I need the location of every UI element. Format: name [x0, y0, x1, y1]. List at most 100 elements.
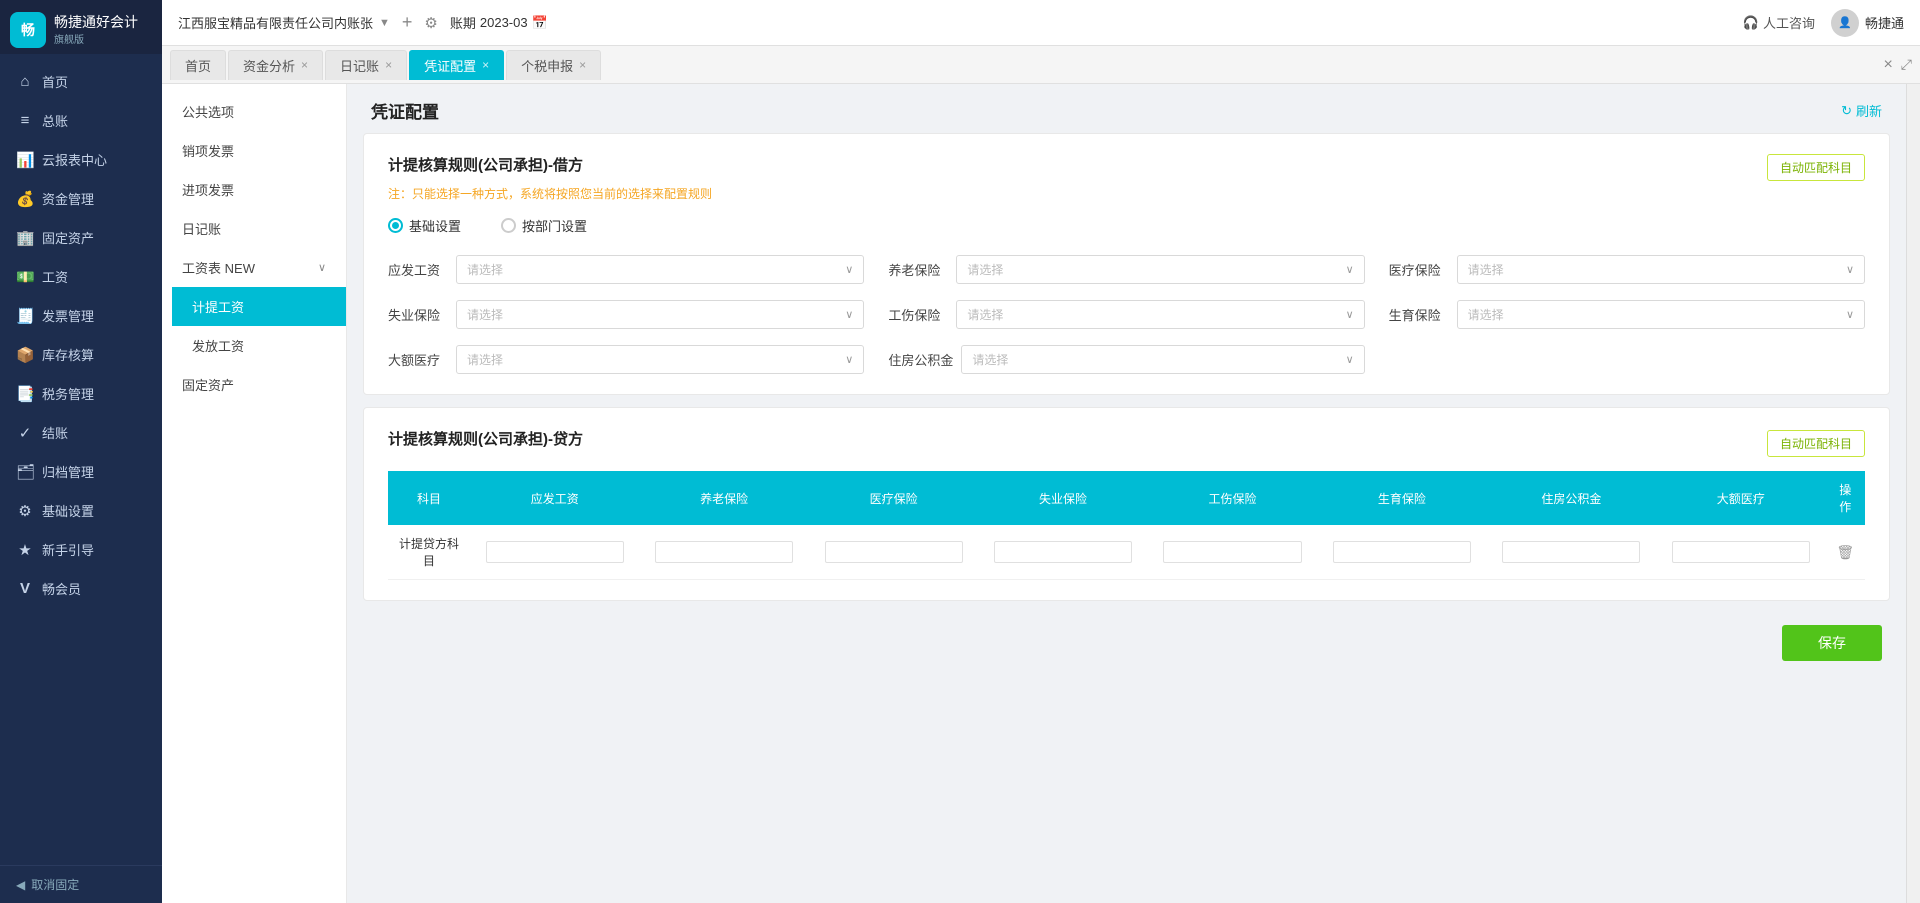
sub-nav-fixed-assets[interactable]: 固定资产 — [162, 365, 346, 404]
tab-tax[interactable]: 个税申报 × — [506, 50, 601, 80]
cell-daeyiliao — [1656, 525, 1825, 580]
yiliao-select[interactable]: 请选择 ∨ — [1457, 255, 1865, 284]
delete-row-button[interactable]: 🗑 — [1836, 544, 1854, 560]
save-button[interactable]: 保存 — [1782, 625, 1882, 661]
home-icon: ⌂ — [16, 73, 34, 90]
radio-basic-circle — [388, 218, 403, 233]
tab-capital[interactable]: 资金分析 × — [228, 50, 323, 80]
company-dropdown-arrow: ▼ — [379, 17, 390, 29]
credit-table: 科目 应发工资 养老保险 医疗保险 失业保险 工伤保险 生育保险 住房公积金 大… — [388, 471, 1865, 580]
gongjijin-select[interactable]: 请选择 ∨ — [961, 345, 1364, 374]
sidebar-item-checkout[interactable]: ✓ 结账 — [0, 413, 162, 452]
sidebar-item-invoice[interactable]: 🧾 发票管理 — [0, 296, 162, 335]
cancel-pin-button[interactable]: ◀ 取消固定 — [0, 865, 162, 903]
table-row: 计提贷方科目 🗑 — [388, 525, 1865, 580]
input-gongjijin[interactable] — [1502, 541, 1640, 563]
salary-icon: 💵 — [16, 268, 34, 286]
company-selector[interactable]: 江西服宝精品有限责任公司内账张 ▼ — [178, 13, 390, 32]
tab-home[interactable]: 首页 — [170, 50, 226, 80]
yingfa-select[interactable]: 请选择 ∨ — [456, 255, 864, 284]
service-button[interactable]: 🎧 人工咨询 — [1743, 13, 1815, 32]
sidebar-item-salary[interactable]: 💵 工资 — [0, 257, 162, 296]
col-yiliao: 医疗保险 — [809, 471, 978, 525]
radio-basic-label: 基础设置 — [409, 216, 461, 235]
sidebar-item-tax[interactable]: 📑 税务管理 — [0, 374, 162, 413]
close-diary-tab[interactable]: × — [385, 58, 392, 72]
scrollbar[interactable] — [1906, 84, 1920, 903]
sidebar-item-archive[interactable]: 🗂 归档管理 — [0, 452, 162, 491]
tab-home-label: 首页 — [185, 56, 211, 75]
form-item-daeyiliao: 大额医疗 请选择 ∨ — [388, 345, 864, 374]
input-yiliao[interactable] — [825, 541, 963, 563]
period-selector[interactable]: 账期 2023-03 📅 — [450, 13, 548, 32]
cancel-pin-label: 取消固定 — [31, 876, 79, 893]
page-title: 凭证配置 — [371, 98, 439, 123]
shiye-select[interactable]: 请选择 ∨ — [456, 300, 864, 329]
refresh-label: 刷新 — [1856, 101, 1882, 120]
app-name: 畅捷通好会计 — [54, 14, 138, 31]
sub-nav-diary[interactable]: 日记账 — [162, 209, 346, 248]
row-label: 计提贷方科目 — [388, 525, 470, 580]
col-gongjijin: 住房公积金 — [1487, 471, 1656, 525]
expand-window-button[interactable]: ⤢ — [1901, 56, 1912, 73]
reports-icon: 📊 — [16, 151, 34, 169]
yanglao-select[interactable]: 请选择 ∨ — [956, 255, 1364, 284]
input-yingfa[interactable] — [486, 541, 624, 563]
gongshang-select[interactable]: 请选择 ∨ — [956, 300, 1364, 329]
radio-group: 基础设置 按部门设置 — [388, 216, 1865, 235]
sidebar-item-vip[interactable]: V 畅会员 — [0, 569, 162, 608]
debit-rules-section: 计提核算规则(公司承担)-借方 注：只能选择一种方式，系统将按照您当前的选择来配… — [363, 133, 1890, 395]
sidebar-item-fixed[interactable]: 🏢 固定资产 — [0, 218, 162, 257]
sidebar-item-home[interactable]: ⌂ 首页 — [0, 62, 162, 101]
shengyu-placeholder: 请选择 — [1468, 306, 1504, 323]
form-item-yanglao: 养老保险 请选择 ∨ — [888, 255, 1364, 284]
add-tab-button[interactable]: + — [402, 12, 413, 33]
auto-match-debit-button[interactable]: 自动匹配科目 — [1767, 154, 1865, 181]
sidebar-item-guide[interactable]: ★ 新手引导 — [0, 530, 162, 569]
sub-nav-purchase[interactable]: 进项发票 — [162, 170, 346, 209]
sidebar-item-capital[interactable]: 💰 资金管理 — [0, 179, 162, 218]
input-shengyu[interactable] — [1333, 541, 1471, 563]
col-gongshang: 工伤保险 — [1148, 471, 1317, 525]
close-tax-tab[interactable]: × — [579, 58, 586, 72]
gongshang-placeholder: 请选择 — [967, 306, 1003, 323]
shengyu-select[interactable]: 请选择 ∨ — [1457, 300, 1865, 329]
yanglao-placeholder: 请选择 — [967, 261, 1003, 278]
sub-nav-sales[interactable]: 销项发票 — [162, 131, 346, 170]
auto-match-credit-button[interactable]: 自动匹配科目 — [1767, 430, 1865, 457]
sidebar-item-label: 发票管理 — [42, 306, 94, 325]
sub-nav-public[interactable]: 公共选项 — [162, 92, 346, 131]
yingfa-label: 应发工资 — [388, 260, 448, 279]
close-capital-tab[interactable]: × — [301, 58, 308, 72]
sidebar-item-inventory[interactable]: 📦 库存核算 — [0, 335, 162, 374]
sub-nav-accrual[interactable]: 计提工资 — [172, 287, 346, 326]
form-item-yiliao: 医疗保险 请选择 ∨ — [1389, 255, 1865, 284]
sidebar-item-reports[interactable]: 📊 云报表中心 — [0, 140, 162, 179]
close-window-button[interactable]: × — [1883, 56, 1892, 74]
topbar-right: 🎧 人工咨询 👤 畅捷通 — [1743, 9, 1904, 37]
input-gongshang[interactable] — [1163, 541, 1301, 563]
tab-voucher[interactable]: 凭证配置 × — [409, 50, 504, 80]
settings-button[interactable]: ⚙ — [424, 14, 437, 32]
period-value: 2023-03 — [480, 15, 528, 30]
page-content: 凭证配置 ↻ 刷新 计提核算规则(公司承担)-借方 注：只能选择一种方式，系统将… — [347, 84, 1906, 903]
refresh-icon: ↻ — [1841, 103, 1852, 119]
tab-diary[interactable]: 日记账 × — [325, 50, 407, 80]
sidebar-item-settings[interactable]: ⚙ 基础设置 — [0, 491, 162, 530]
daeyiliao-select[interactable]: 请选择 ∨ — [456, 345, 864, 374]
sub-nav-payment[interactable]: 发放工资 — [172, 326, 346, 365]
radio-basic[interactable]: 基础设置 — [388, 216, 461, 235]
vip-icon: V — [16, 580, 34, 597]
user-menu[interactable]: 👤 畅捷通 — [1831, 9, 1904, 37]
input-daeyiliao[interactable] — [1672, 541, 1810, 563]
close-voucher-tab[interactable]: × — [482, 58, 489, 72]
sub-sidebar: 公共选项 销项发票 进项发票 日记账 工资表 NEW ∨ 计提工资 — [162, 84, 347, 903]
form-item-shengyu: 生育保险 请选择 ∨ — [1389, 300, 1865, 329]
cell-gongshang — [1148, 525, 1317, 580]
sidebar-item-ledger[interactable]: ≡ 总账 — [0, 101, 162, 140]
input-yanglao[interactable] — [655, 541, 793, 563]
radio-dept[interactable]: 按部门设置 — [501, 216, 587, 235]
input-shiye[interactable] — [994, 541, 1132, 563]
refresh-button[interactable]: ↻ 刷新 — [1841, 101, 1882, 120]
sub-nav-salary-sheet[interactable]: 工资表 NEW ∨ — [162, 248, 346, 287]
